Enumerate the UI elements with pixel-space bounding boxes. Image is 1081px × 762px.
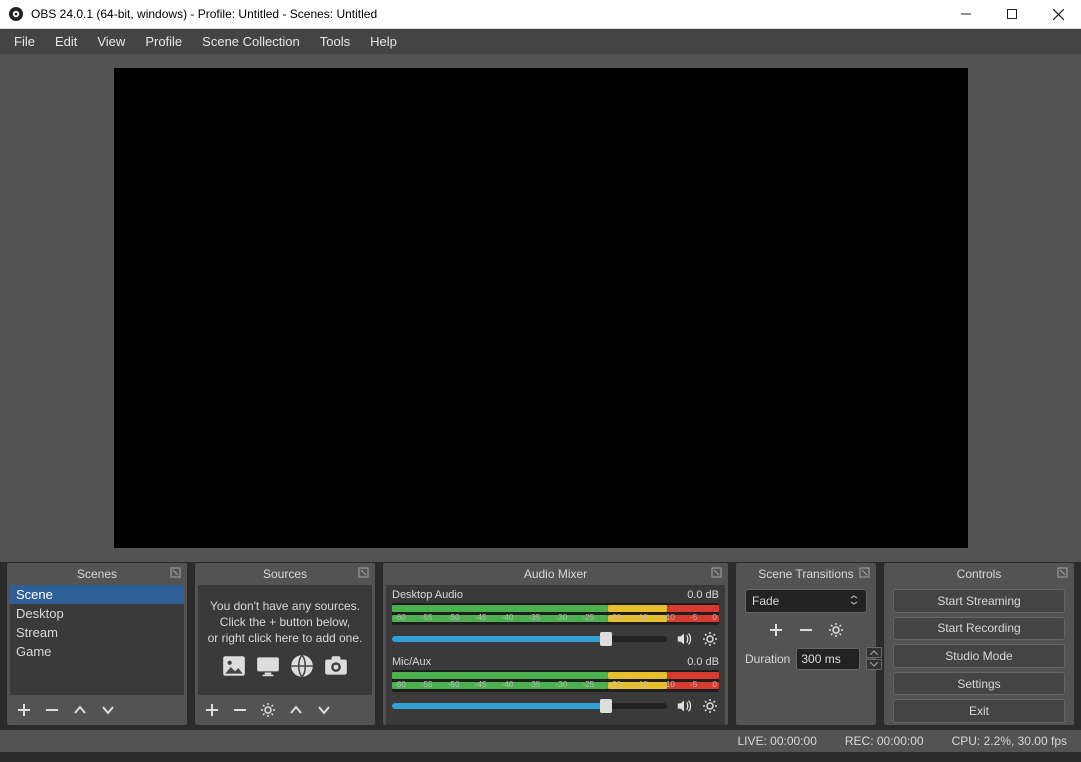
window-minimize-button[interactable] — [943, 0, 989, 28]
mixer-popout-icon[interactable] — [711, 567, 722, 581]
sources-empty-message[interactable]: You don't have any sources. Click the + … — [198, 585, 372, 695]
controls-popout-icon[interactable] — [1057, 567, 1068, 581]
audio-meter: -60-55-50-45-40-35-30-25-20-15-10-50 — [392, 670, 719, 692]
exit-button[interactable]: Exit — [893, 699, 1065, 723]
audio-meter: -60-55-50-45-40-35-30-25-20-15-10-50 — [392, 603, 719, 625]
audio-mixer-panel: Audio Mixer Desktop Audio 0.0 dB — [382, 562, 729, 726]
channel-settings-button[interactable] — [701, 630, 719, 648]
status-cpu: CPU: 2.2%, 30.00 fps — [952, 734, 1067, 748]
controls-panel: Controls Start Streaming Start Recording… — [883, 562, 1075, 726]
chevron-up-icon[interactable] — [866, 647, 882, 658]
transitions-title: Scene Transitions — [758, 567, 853, 581]
mixer-channel: Mic/Aux 0.0 dB -60-55-50-45-40-3 — [392, 656, 719, 715]
sources-msg-line: or right click here to add one. — [208, 631, 363, 645]
menu-profile[interactable]: Profile — [135, 31, 192, 52]
window-close-button[interactable] — [1035, 0, 1081, 28]
duration-label: Duration — [745, 652, 790, 666]
sources-popout-icon[interactable] — [358, 567, 369, 581]
menu-view[interactable]: View — [87, 31, 135, 52]
scene-item[interactable]: Game — [10, 642, 184, 661]
status-bar: LIVE: 00:00:00 REC: 00:00:00 CPU: 2.2%, … — [0, 730, 1081, 752]
transition-current: Fade — [752, 594, 779, 608]
sources-remove-button[interactable] — [231, 701, 249, 719]
channel-level: 0.0 dB — [687, 589, 719, 601]
transition-properties-button[interactable] — [827, 621, 845, 639]
scene-item[interactable]: Stream — [10, 623, 184, 642]
sources-add-button[interactable] — [203, 701, 221, 719]
sources-panel: Sources You don't have any sources. Clic… — [194, 562, 376, 726]
sources-msg-line: You don't have any sources. — [210, 599, 360, 613]
controls-title: Controls — [957, 567, 1002, 581]
channel-level: 0.0 dB — [687, 656, 719, 668]
channel-settings-button[interactable] — [701, 697, 719, 715]
scenes-popout-icon[interactable] — [170, 567, 181, 581]
start-recording-button[interactable]: Start Recording — [893, 617, 1065, 641]
chevron-updown-icon — [848, 594, 860, 609]
transitions-popout-icon[interactable] — [859, 567, 870, 581]
transition-select[interactable]: Fade — [745, 589, 867, 613]
studio-mode-button[interactable]: Studio Mode — [893, 644, 1065, 668]
preview-area — [0, 54, 1081, 562]
display-source-icon — [255, 653, 281, 682]
transition-remove-button[interactable] — [797, 621, 815, 639]
window-titlebar: OBS 24.0.1 (64-bit, windows) - Profile: … — [0, 0, 1081, 29]
menu-scene-collection[interactable]: Scene Collection — [192, 31, 310, 52]
scenes-panel: Scenes Scene Desktop Stream Game — [6, 562, 188, 726]
window-title: OBS 24.0.1 (64-bit, windows) - Profile: … — [31, 7, 377, 21]
transitions-panel: Scene Transitions Fade Duration — [735, 562, 877, 726]
menu-edit[interactable]: Edit — [45, 31, 87, 52]
speaker-icon[interactable] — [675, 697, 693, 715]
preview-canvas[interactable] — [114, 68, 968, 548]
channel-name: Mic/Aux — [392, 656, 431, 668]
scenes-add-button[interactable] — [15, 701, 33, 719]
sources-move-down-button[interactable] — [315, 701, 333, 719]
transition-add-button[interactable] — [767, 621, 785, 639]
scene-item[interactable]: Desktop — [10, 604, 184, 623]
scenes-remove-button[interactable] — [43, 701, 61, 719]
duration-spinner[interactable] — [866, 647, 882, 670]
start-streaming-button[interactable]: Start Streaming — [893, 589, 1065, 613]
volume-slider[interactable] — [392, 636, 667, 642]
menu-help[interactable]: Help — [360, 31, 407, 52]
menubar: File Edit View Profile Scene Collection … — [0, 29, 1081, 54]
app-icon — [8, 6, 24, 22]
browser-source-icon — [289, 653, 315, 682]
settings-button[interactable]: Settings — [893, 672, 1065, 696]
status-live: LIVE: 00:00:00 — [737, 734, 816, 748]
scenes-move-down-button[interactable] — [99, 701, 117, 719]
scenes-move-up-button[interactable] — [71, 701, 89, 719]
scene-item[interactable]: Scene — [10, 585, 184, 604]
camera-source-icon — [323, 653, 349, 682]
channel-name: Desktop Audio — [392, 589, 463, 601]
scene-list[interactable]: Scene Desktop Stream Game — [10, 585, 184, 695]
sources-title: Sources — [263, 567, 307, 581]
chevron-down-icon[interactable] — [866, 659, 882, 670]
mixer-channel: Desktop Audio 0.0 dB -60-55-50-4 — [392, 589, 719, 648]
volume-slider[interactable] — [392, 703, 667, 709]
speaker-icon[interactable] — [675, 630, 693, 648]
duration-input[interactable] — [796, 648, 860, 670]
sources-msg-line: Click the + button below, — [220, 615, 350, 629]
mixer-title: Audio Mixer — [524, 567, 587, 581]
window-maximize-button[interactable] — [989, 0, 1035, 28]
menu-tools[interactable]: Tools — [310, 31, 360, 52]
sources-properties-button[interactable] — [259, 701, 277, 719]
image-source-icon — [221, 653, 247, 682]
menu-file[interactable]: File — [4, 31, 45, 52]
sources-move-up-button[interactable] — [287, 701, 305, 719]
scenes-title: Scenes — [77, 567, 117, 581]
status-rec: REC: 00:00:00 — [845, 734, 924, 748]
